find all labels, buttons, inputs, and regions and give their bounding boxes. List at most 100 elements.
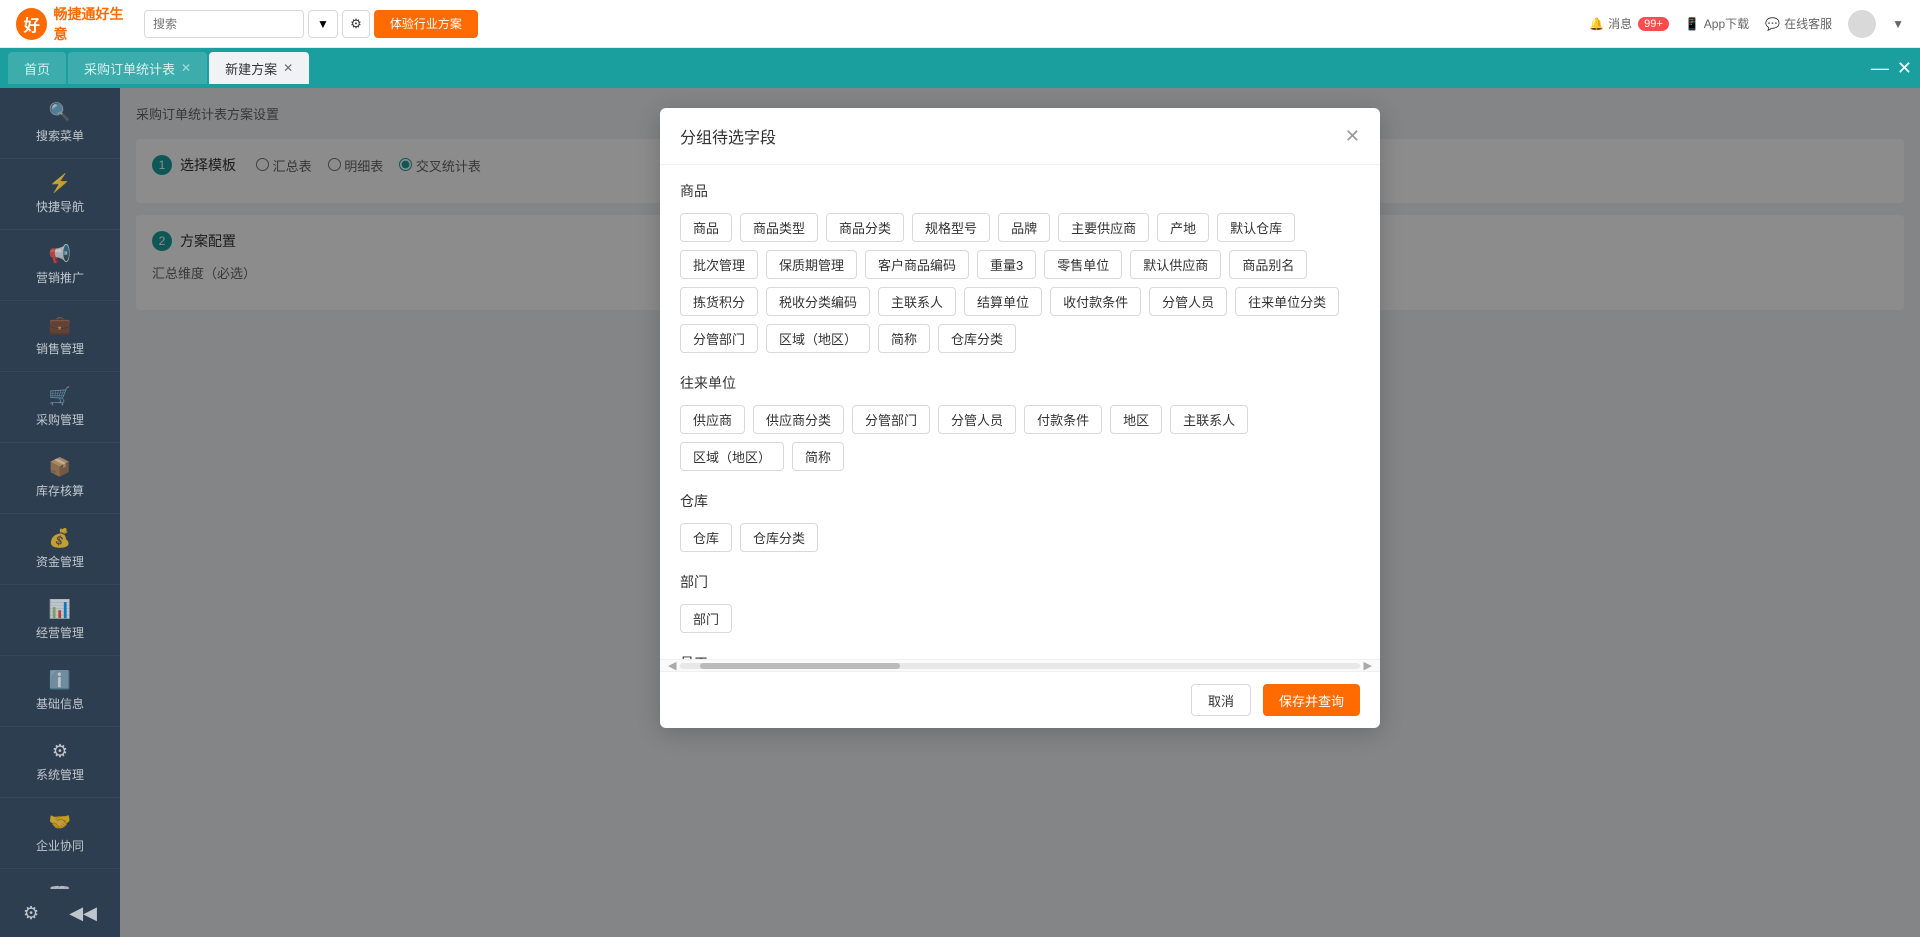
field-tag[interactable]: 分管部门 xyxy=(852,405,930,434)
sidebar-settings-icon[interactable]: ⚙ xyxy=(23,903,39,924)
sidebar-item-marketing-label: 营销推广 xyxy=(36,269,84,286)
tab-new-scheme-close[interactable]: ✕ xyxy=(283,61,293,75)
field-tag[interactable]: 区域（地区） xyxy=(680,442,784,471)
top-search-input[interactable] xyxy=(144,10,304,38)
field-tag[interactable]: 仓库分类 xyxy=(740,523,818,552)
tab-home-label: 首页 xyxy=(24,59,50,78)
field-tag[interactable]: 仓库分类 xyxy=(938,324,1016,353)
sidebar-item-purchase-label: 采购管理 xyxy=(36,411,84,428)
logo-icon: 好 xyxy=(16,8,47,40)
field-tag[interactable]: 客户商品编码 xyxy=(865,250,969,279)
field-tag[interactable]: 品牌 xyxy=(998,213,1050,242)
field-tag[interactable]: 主要供应商 xyxy=(1058,213,1149,242)
sidebar-item-collab[interactable]: 🤝 企业协同 xyxy=(0,798,120,869)
field-tag[interactable]: 分管人员 xyxy=(938,405,1016,434)
quick-nav-icon: ⚡ xyxy=(49,173,71,194)
field-tag[interactable]: 商品别名 xyxy=(1229,250,1307,279)
tab-purchase-stats-close[interactable]: ✕ xyxy=(181,61,191,75)
section-department-tags: 部门 xyxy=(680,604,1360,633)
confirm-button[interactable]: 保存并查询 xyxy=(1263,684,1360,716)
field-tag[interactable]: 规格型号 xyxy=(912,213,990,242)
sidebar-item-system[interactable]: ⚙ 系统管理 xyxy=(0,727,120,798)
field-tag[interactable]: 收付款条件 xyxy=(1050,287,1141,316)
tab-minimize-icon[interactable]: — xyxy=(1871,58,1889,79)
field-tag[interactable]: 结算单位 xyxy=(964,287,1042,316)
field-tag[interactable]: 地区 xyxy=(1110,405,1162,434)
sidebar-item-system-label: 系统管理 xyxy=(36,766,84,783)
field-tag[interactable]: 供应商分类 xyxy=(753,405,844,434)
search-dropdown-btn[interactable]: ▼ xyxy=(308,10,338,38)
sidebar-item-operations[interactable]: 📊 经营管理 xyxy=(0,585,120,656)
field-tag[interactable]: 往来单位分类 xyxy=(1235,287,1339,316)
modal-close-btn[interactable]: ✕ xyxy=(1345,126,1360,147)
section-warehouse: 仓库 仓库 仓库分类 xyxy=(680,491,1360,552)
tab-new-scheme[interactable]: 新建方案 ✕ xyxy=(209,52,309,84)
tab-home[interactable]: 首页 xyxy=(8,52,66,84)
sidebar-item-basic-info-label: 基础信息 xyxy=(36,695,84,712)
marketing-icon: 📢 xyxy=(49,244,71,265)
notification-badge: 99+ xyxy=(1638,17,1669,31)
field-tag[interactable]: 拣货积分 xyxy=(680,287,758,316)
experience-btn[interactable]: 体验行业方案 xyxy=(374,10,478,38)
sidebar-item-quick-nav[interactable]: ⚡ 快捷导航 xyxy=(0,159,120,230)
field-tag[interactable]: 默认仓库 xyxy=(1217,213,1295,242)
user-avatar[interactable] xyxy=(1848,10,1876,38)
sidebar-item-guide[interactable]: 📖 新手引导 xyxy=(0,869,120,889)
sidebar-item-quick-nav-label: 快捷导航 xyxy=(36,198,84,215)
sidebar-item-sales[interactable]: 💼 销售管理 xyxy=(0,301,120,372)
online-service-item[interactable]: 💬 在线客服 xyxy=(1765,15,1832,32)
tab-bar: 首页 采购订单统计表 ✕ 新建方案 ✕ — ✕ xyxy=(0,48,1920,88)
field-tag[interactable]: 商品分类 xyxy=(826,213,904,242)
field-tag[interactable]: 供应商 xyxy=(680,405,745,434)
field-tag[interactable]: 默认供应商 xyxy=(1130,250,1221,279)
inventory-icon: 📦 xyxy=(49,457,71,478)
cancel-button[interactable]: 取消 xyxy=(1191,684,1251,716)
gear-btn[interactable]: ⚙ xyxy=(342,10,370,38)
hscroll-thumb[interactable] xyxy=(700,663,900,669)
section-department-title: 部门 xyxy=(680,572,1360,592)
field-tag[interactable]: 批次管理 xyxy=(680,250,758,279)
app-download-item[interactable]: 📱 App下载 xyxy=(1685,15,1749,32)
field-tag[interactable]: 主联系人 xyxy=(1170,405,1248,434)
finance-icon: 💰 xyxy=(49,528,71,549)
field-tag[interactable]: 部门 xyxy=(680,604,732,633)
field-tag[interactable]: 分管部门 xyxy=(680,324,758,353)
field-tag[interactable]: 主联系人 xyxy=(878,287,956,316)
field-tag[interactable]: 仓库 xyxy=(680,523,732,552)
sales-icon: 💼 xyxy=(49,315,71,336)
tab-close-icon[interactable]: ✕ xyxy=(1897,58,1912,79)
notification-item[interactable]: 🔔 消息 99+ xyxy=(1589,15,1669,32)
sidebar-item-basic-info[interactable]: ℹ️ 基础信息 xyxy=(0,656,120,727)
field-tag[interactable]: 简称 xyxy=(878,324,930,353)
tab-new-scheme-label: 新建方案 xyxy=(225,59,277,78)
tab-purchase-stats[interactable]: 采购订单统计表 ✕ xyxy=(68,52,207,84)
section-partners: 往来单位 供应商 供应商分类 分管部门 分管人员 付款条件 地区 主联系人 区域… xyxy=(680,373,1360,471)
field-tag[interactable]: 简称 xyxy=(792,442,844,471)
field-tag[interactable]: 产地 xyxy=(1157,213,1209,242)
sidebar-item-operations-label: 经营管理 xyxy=(36,624,84,641)
sidebar-item-collab-label: 企业协同 xyxy=(36,837,84,854)
field-tag[interactable]: 付款条件 xyxy=(1024,405,1102,434)
sidebar-item-marketing[interactable]: 📢 营销推广 xyxy=(0,230,120,301)
field-tag[interactable]: 分管人员 xyxy=(1149,287,1227,316)
sidebar-item-finance[interactable]: 💰 资金管理 xyxy=(0,514,120,585)
sidebar-item-inventory[interactable]: 📦 库存核算 xyxy=(0,443,120,514)
section-department: 部门 部门 xyxy=(680,572,1360,633)
user-dropdown-icon[interactable]: ▼ xyxy=(1892,17,1904,31)
sidebar-item-purchase[interactable]: 🛒 采购管理 xyxy=(0,372,120,443)
field-tag[interactable]: 重量3 xyxy=(977,250,1036,279)
section-warehouse-title: 仓库 xyxy=(680,491,1360,511)
field-tag[interactable]: 零售单位 xyxy=(1044,250,1122,279)
top-nav-search: ▼ ⚙ 体验行业方案 xyxy=(144,10,478,38)
collab-icon: 🤝 xyxy=(49,812,71,833)
purchase-icon: 🛒 xyxy=(49,386,71,407)
field-tag[interactable]: 商品 xyxy=(680,213,732,242)
field-tag[interactable]: 区域（地区） xyxy=(766,324,870,353)
field-tag[interactable]: 税收分类编码 xyxy=(766,287,870,316)
modal-hscrollbar[interactable]: ◀ ▶ xyxy=(660,659,1380,671)
tab-purchase-stats-label: 采购订单统计表 xyxy=(84,59,175,78)
field-tag[interactable]: 商品类型 xyxy=(740,213,818,242)
sidebar-item-search[interactable]: 🔍 搜索菜单 xyxy=(0,88,120,159)
sidebar-volume-icon[interactable]: ◀◀ xyxy=(69,903,97,924)
field-tag[interactable]: 保质期管理 xyxy=(766,250,857,279)
